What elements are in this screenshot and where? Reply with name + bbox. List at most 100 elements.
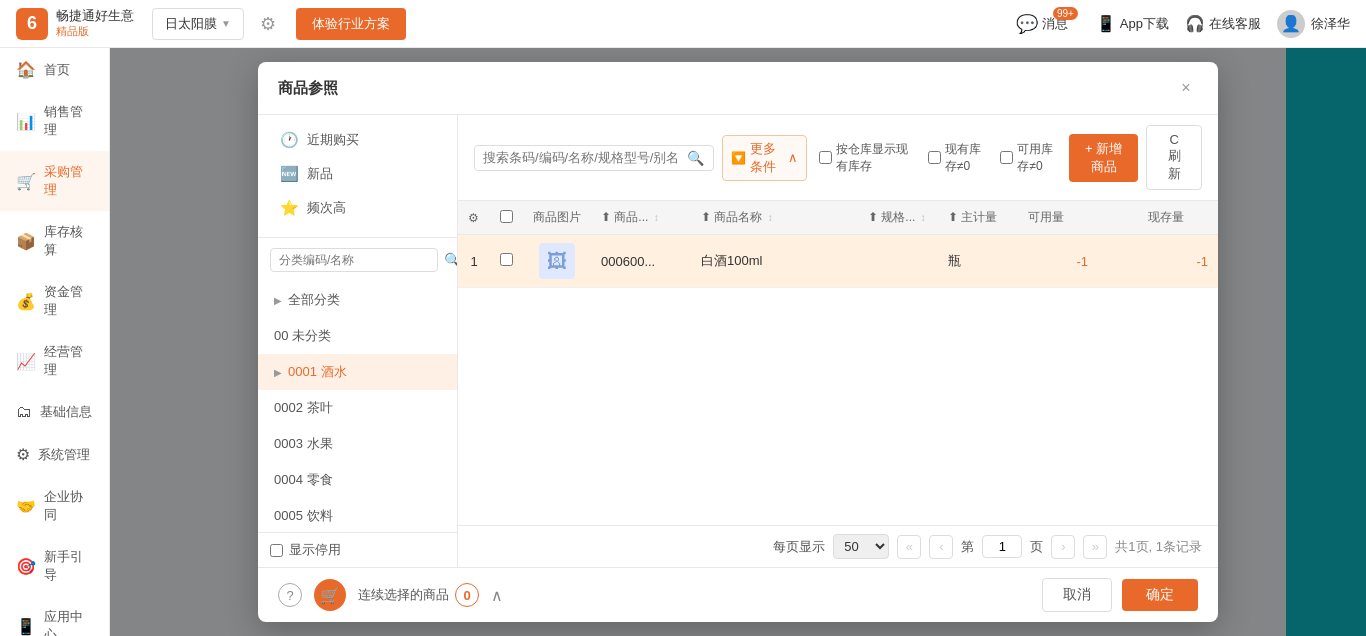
next-page-btn[interactable]: › — [1051, 535, 1075, 559]
name-sort-icon: ↕ — [768, 212, 773, 223]
purchase-icon: 🛒 — [16, 172, 36, 191]
product-table: ⚙ 商品图片 ⬆ 商品... ↕ — [458, 201, 1218, 288]
avatar: 👤 — [1277, 10, 1305, 38]
category-list: ▶ 全部分类 00 未分类 ▶ 0001 酒水 0002 茶叶 — [258, 278, 457, 532]
sidebar-item-purchase[interactable]: 🛒 采购管理 — [0, 151, 109, 211]
gear-icon[interactable]: ⚙ — [252, 8, 284, 40]
confirm-button[interactable]: 确定 — [1122, 579, 1198, 611]
current-stock-checkbox[interactable] — [928, 151, 941, 164]
sidebar-item-finance[interactable]: 💰 资金管理 — [0, 271, 109, 331]
cat-item-0002[interactable]: 0002 茶叶 — [258, 390, 457, 426]
pagination-bar: 每页显示 50 100 200 « ‹ 第 页 › » 共1页, 1条 — [458, 525, 1218, 567]
quick-frequent[interactable]: ⭐ 频次高 — [270, 191, 445, 225]
product-unit-cell: 瓶 — [938, 235, 1018, 288]
filter-checks: 按仓库显示现有库存 现有库存≠0 可用库存≠0 — [819, 141, 1061, 175]
product-search-icon[interactable]: 🔍 — [687, 150, 704, 166]
select-count-badge: 0 — [455, 583, 479, 607]
sidebar-item-operations[interactable]: 📈 经营管理 — [0, 331, 109, 391]
online-service-btn[interactable]: 🎧 在线客服 — [1185, 14, 1261, 33]
check-current-stock[interactable]: 现有库存≠0 — [928, 141, 989, 175]
sidebar-item-apps[interactable]: 📱 应用中心 — [0, 596, 109, 636]
nav-selector-arrow: ▼ — [221, 18, 231, 29]
user-menu[interactable]: 👤 徐泽华 — [1277, 10, 1350, 38]
first-page-btn[interactable]: « — [897, 535, 921, 559]
experience-button[interactable]: 体验行业方案 — [296, 8, 406, 40]
cat-item-0005[interactable]: 0005 饮料 — [258, 498, 457, 532]
quick-access: 🕐 近期购买 🆕 新品 ⭐ 频次高 — [258, 115, 457, 233]
total-info: 共1页, 1条记录 — [1115, 538, 1202, 556]
col-code-header[interactable]: ⬆ 商品... ↕ — [591, 201, 691, 235]
product-image-cell: 🖼 — [523, 235, 591, 288]
product-image: 🖼 — [539, 243, 575, 279]
sidebar-item-inventory[interactable]: 📦 库存核算 — [0, 211, 109, 271]
row-checkbox[interactable] — [500, 253, 513, 266]
col-img-header: 商品图片 — [523, 201, 591, 235]
sidebar-item-sales[interactable]: 📊 销售管理 — [0, 91, 109, 151]
col-avail-header: 可用量 — [1018, 201, 1098, 235]
product-table-body: 1 🖼 000600... — [458, 235, 1218, 288]
cat-item-0004[interactable]: 0004 零食 — [258, 462, 457, 498]
sidebar: 🏠 首页 📊 销售管理 🛒 采购管理 📦 库存核算 💰 资金管理 📈 经营管理 … — [0, 48, 110, 636]
message-btn[interactable]: 💬 消息 99+ — [1016, 13, 1068, 35]
modal-body: 🕐 近期购买 🆕 新品 ⭐ 频次高 — [258, 115, 1218, 567]
check-warehouse[interactable]: 按仓库显示现有库存 — [819, 141, 916, 175]
logo-text: 畅捷通好生意 — [56, 8, 134, 25]
toolbar-right: + 新增商品 C 刷新 — [1069, 125, 1202, 190]
nav-store-selector[interactable]: 日太阳膜 ▼ — [152, 8, 244, 40]
app-download-btn[interactable]: 📱 App下载 — [1096, 14, 1169, 33]
category-search-icon[interactable]: 🔍 — [444, 252, 458, 268]
cart-icon[interactable]: 🛒 — [314, 579, 346, 611]
footer-left: ? 🛒 连续选择的商品 0 ∧ — [278, 579, 509, 611]
quick-recent[interactable]: 🕐 近期购买 — [270, 123, 445, 157]
table-row[interactable]: 1 🖼 000600... — [458, 235, 1218, 288]
page-size-select[interactable]: 50 100 200 — [833, 534, 889, 559]
cat-item-all[interactable]: ▶ 全部分类 — [258, 282, 457, 318]
top-nav: 6 畅捷通好生意 精品版 日太阳膜 ▼ ⚙ 体验行业方案 💬 消息 99+ 📱 … — [0, 0, 1366, 48]
modal-close-button[interactable]: × — [1174, 76, 1198, 100]
recent-icon: 🕐 — [280, 131, 299, 149]
nav-right: 💬 消息 99+ 📱 App下载 🎧 在线客服 👤 徐泽华 — [1016, 10, 1350, 38]
sidebar-item-system[interactable]: ⚙ 系统管理 — [0, 433, 109, 476]
spacer-cell — [1098, 235, 1138, 288]
col-name-header[interactable]: ⬆ 商品名称 ↕ — [691, 201, 858, 235]
quick-new[interactable]: 🆕 新品 — [270, 157, 445, 191]
page-number-input[interactable] — [982, 535, 1022, 558]
apps-icon: 📱 — [16, 617, 36, 636]
cat-item-00[interactable]: 00 未分类 — [258, 318, 457, 354]
sidebar-item-enterprise[interactable]: 🤝 企业协同 — [0, 476, 109, 536]
collapse-button[interactable]: ∧ — [485, 583, 509, 607]
cat-item-0003[interactable]: 0003 水果 — [258, 426, 457, 462]
product-toolbar: 🔍 🔽 更多条件 ∧ 按仓库显示现有库存 — [458, 115, 1218, 201]
sidebar-item-home[interactable]: 🏠 首页 — [0, 48, 109, 91]
prev-page-btn[interactable]: ‹ — [929, 535, 953, 559]
category-search-input[interactable] — [270, 248, 438, 272]
check-available-stock[interactable]: 可用库存≠0 — [1000, 141, 1061, 175]
show-disabled-label[interactable]: 显示停用 — [270, 541, 445, 559]
available-stock-checkbox[interactable] — [1000, 151, 1013, 164]
select-all-checkbox[interactable] — [500, 210, 513, 223]
main-content: 商品参照 × 🕐 近期购买 🆕 新品 — [110, 48, 1366, 636]
product-search-box: 🔍 — [474, 145, 714, 171]
cat-item-0001[interactable]: ▶ 0001 酒水 — [258, 354, 457, 390]
product-stock-cell: -1 — [1138, 235, 1218, 288]
logo-area: 6 畅捷通好生意 精品版 — [16, 8, 136, 40]
warehouse-checkbox[interactable] — [819, 151, 832, 164]
col-spec-header[interactable]: ⬆ 规格... ↕ — [858, 201, 938, 235]
show-disabled-checkbox[interactable] — [270, 544, 283, 557]
row-num: 1 — [458, 235, 490, 288]
footer-right: 取消 确定 — [1042, 578, 1198, 612]
add-product-button[interactable]: + 新增商品 — [1069, 134, 1138, 182]
new-icon: 🆕 — [280, 165, 299, 183]
sidebar-item-basic[interactable]: 🗂 基础信息 — [0, 391, 109, 433]
product-search-input[interactable] — [483, 150, 683, 165]
col-unit-header[interactable]: ⬆ 主计量 — [938, 201, 1018, 235]
help-icon[interactable]: ? — [278, 583, 302, 607]
cancel-button[interactable]: 取消 — [1042, 578, 1112, 612]
sidebar-item-guide[interactable]: 🎯 新手引导 — [0, 536, 109, 596]
last-page-btn[interactable]: » — [1083, 535, 1107, 559]
filter-button[interactable]: 🔽 更多条件 ∧ — [722, 135, 807, 181]
refresh-button[interactable]: C 刷新 — [1146, 125, 1202, 190]
row-checkbox-cell — [490, 235, 523, 288]
cat-0001-arrow-icon: ▶ — [274, 367, 282, 378]
col-spacer — [1098, 201, 1138, 235]
